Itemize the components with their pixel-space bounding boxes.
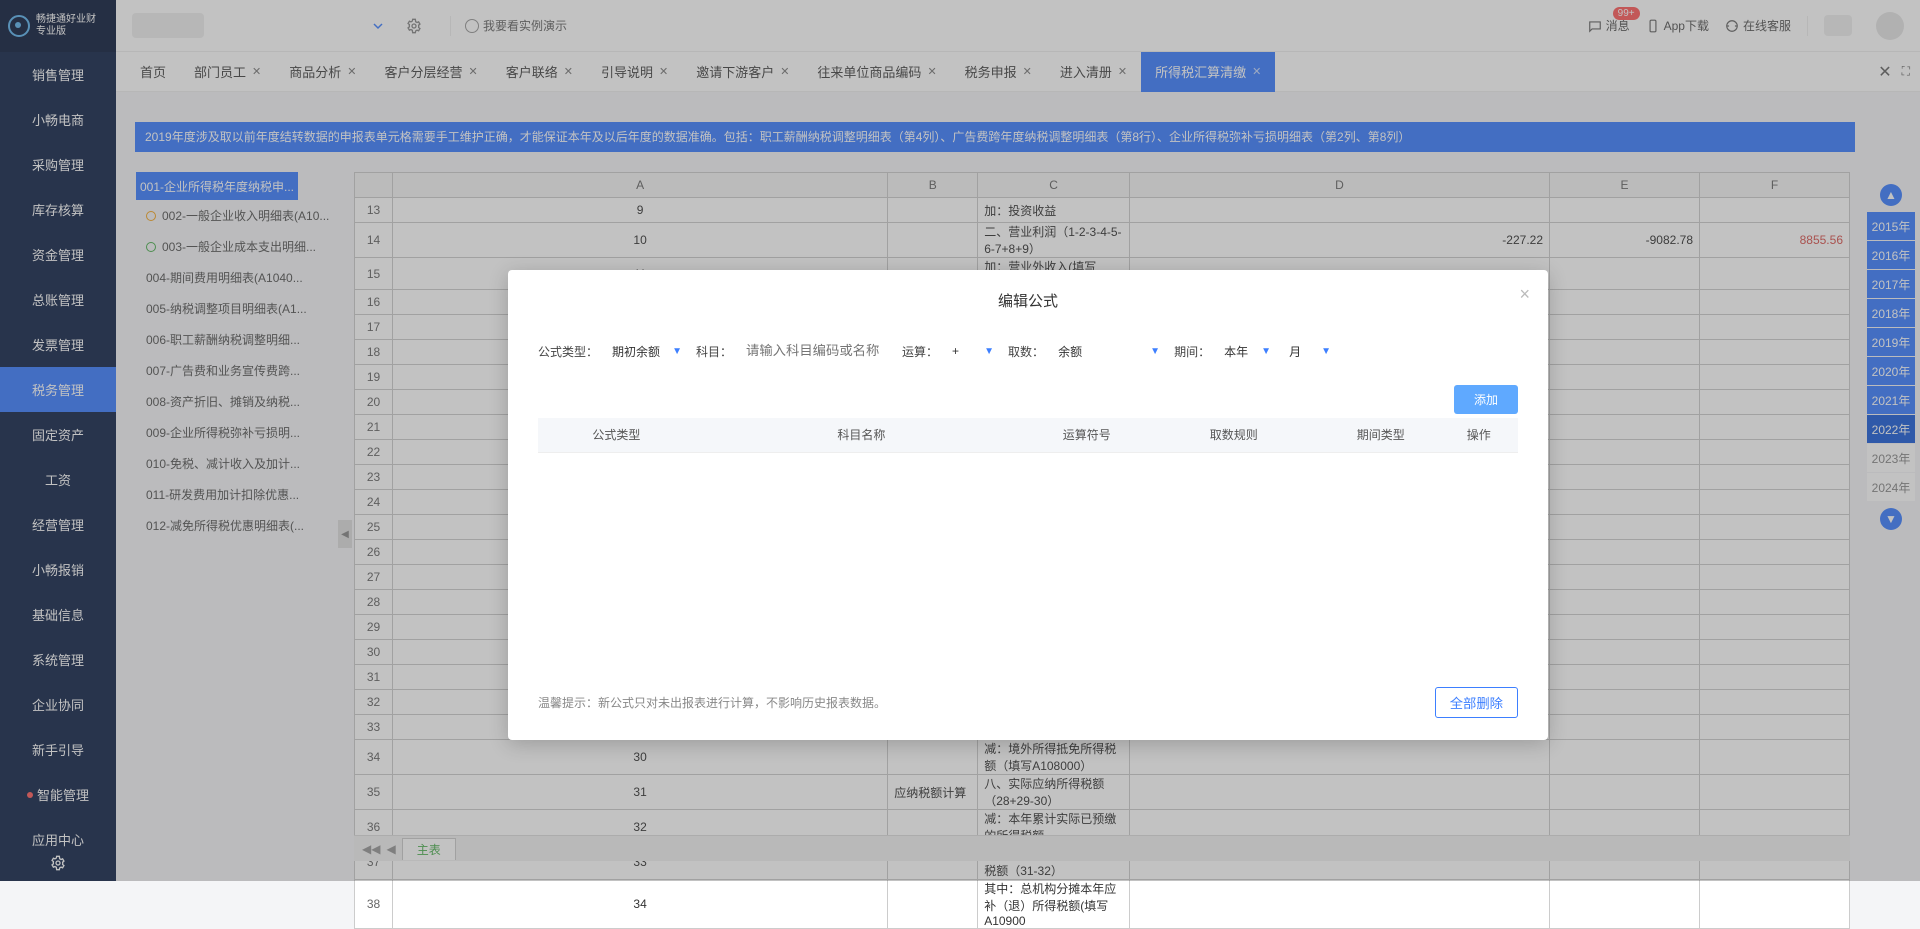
delete-all-button[interactable]: 全部删除 [1435, 687, 1518, 718]
op-select[interactable]: +▼ [948, 337, 998, 365]
row-38[interactable]: 3834其中：总机构分摊本年应补（退）所得税额(填写A10900 [355, 880, 1850, 929]
period-year-select[interactable]: 本年▼ [1220, 337, 1275, 365]
label-type: 公式类型： [538, 343, 598, 360]
formula-table: 公式类型科目名称运算符号取数规则期间类型操作 [538, 418, 1518, 453]
label-op: 运算： [902, 343, 938, 360]
edit-formula-modal: × 编辑公式 公式类型： 期初余额▼ 科目： 运算： +▼ 取数： 余额▼ 期间… [508, 270, 1548, 740]
subject-input[interactable] [742, 337, 892, 365]
mth-3: 取数规则 [1146, 418, 1322, 452]
modal-title: 编辑公式 [538, 290, 1518, 311]
mth-4: 期间类型 [1322, 418, 1440, 452]
close-icon[interactable]: × [1519, 284, 1530, 305]
type-select[interactable]: 期初余额▼ [608, 337, 686, 365]
mth-5: 操作 [1440, 418, 1518, 452]
mth-0: 公式类型 [538, 418, 695, 452]
label-fetch: 取数： [1008, 343, 1044, 360]
formula-form: 公式类型： 期初余额▼ 科目： 运算： +▼ 取数： 余额▼ 期间： 本年▼ 月… [538, 337, 1518, 365]
add-button[interactable]: 添加 [1454, 385, 1518, 414]
mth-1: 科目名称 [695, 418, 1028, 452]
label-subject: 科目： [696, 343, 732, 360]
modal-tip: 温馨提示：新公式只对未出报表进行计算，不影响历史报表数据。 [538, 694, 886, 711]
fetch-select[interactable]: 余额▼ [1054, 337, 1164, 365]
mth-2: 运算符号 [1028, 418, 1146, 452]
label-period: 期间： [1174, 343, 1210, 360]
period-month-select[interactable]: 月▼ [1285, 337, 1335, 365]
